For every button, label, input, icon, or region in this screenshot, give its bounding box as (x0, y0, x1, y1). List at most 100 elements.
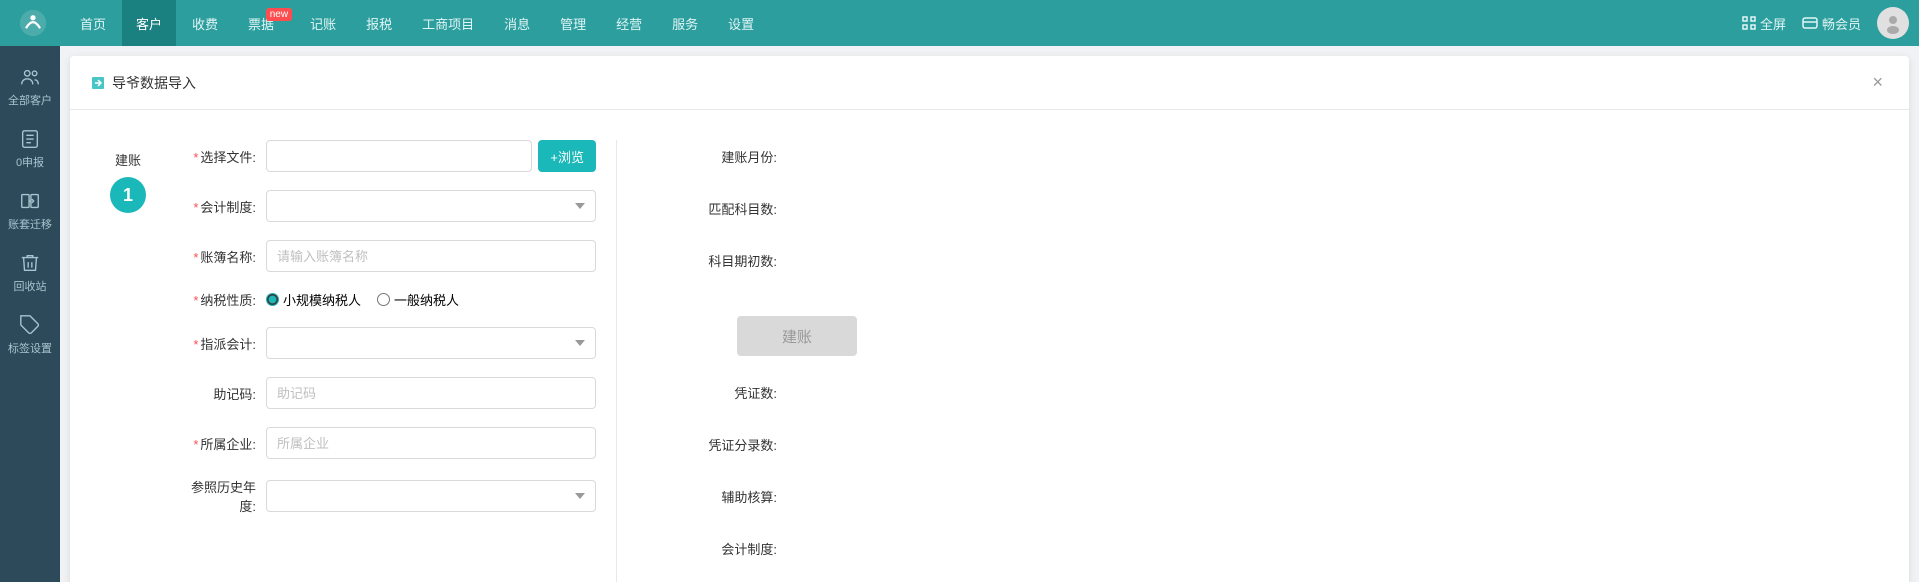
form-section: *选择文件: +浏览 *会计制度: (176, 140, 596, 582)
member-label: 畅会员 (1822, 14, 1861, 33)
required-star-4: * (193, 293, 198, 308)
company-label: *所属企业: (176, 434, 256, 453)
build-btn-row: 建账 (677, 296, 917, 356)
sidebar-item-declaration[interactable]: 0申报 (0, 118, 60, 180)
info-match-subjects-label: 匹配科目数: (677, 199, 777, 218)
company-row: *所属企业: (176, 427, 596, 459)
dialog-header: 导爷数据导入 × (70, 56, 1909, 110)
required-star-5: * (193, 337, 198, 352)
required-star: * (193, 150, 198, 165)
accountant-select[interactable] (266, 327, 596, 359)
tax-radio-group: 小规模纳税人 一般纳税人 (266, 290, 596, 309)
file-input[interactable] (266, 140, 532, 172)
tax-type-label: *纳税性质: (176, 290, 256, 309)
info-build-month-label: 建账月份: (677, 147, 777, 166)
accounting-label: *会计制度: (176, 197, 256, 216)
accountant-row: *指派会计: (176, 327, 596, 359)
sidebar-item-tags[interactable]: 标签设置 (0, 304, 60, 366)
nav-bookkeeping[interactable]: 记账 (296, 0, 350, 46)
step-label: 建账 (115, 150, 141, 169)
main-content: 导爷数据导入 × 建账 1 *选择文件: +浏览 (60, 46, 1919, 582)
nav-items: 首页 客户 收费 票据 new 记账 报税 工商项目 消息 管理 经营 服务 设… (66, 0, 1742, 46)
member-btn[interactable]: 畅会员 (1802, 14, 1861, 33)
app-logo[interactable] (10, 0, 56, 46)
history-select[interactable] (266, 480, 596, 512)
tax-small-radio[interactable]: 小规模纳税人 (266, 290, 361, 309)
nav-industrial[interactable]: 工商项目 (408, 0, 488, 46)
nav-invoices[interactable]: 票据 new (234, 0, 294, 46)
accounting-select[interactable] (266, 190, 596, 222)
sidebar-label-tags: 标签设置 (8, 340, 52, 356)
browse-button[interactable]: +浏览 (538, 140, 596, 172)
file-label: *选择文件: (176, 147, 256, 166)
sidebar-item-all-customers[interactable]: 全部客户 (0, 56, 60, 118)
fullscreen-label: 全屏 (1760, 14, 1786, 33)
nav-tax[interactable]: 报税 (352, 0, 406, 46)
dialog-title: 导爷数据导入 (90, 73, 196, 93)
info-auxiliary: 辅助核算: (677, 480, 917, 512)
ledger-label: *账簿名称: (176, 247, 256, 266)
step-circle: 1 (110, 177, 146, 213)
tax-general-radio[interactable]: 一般纳税人 (377, 290, 459, 309)
import-icon (90, 75, 106, 91)
company-input[interactable] (266, 427, 596, 459)
info-build-month: 建账月份: (677, 140, 917, 172)
required-star-2: * (193, 200, 198, 215)
nav-home[interactable]: 首页 (66, 0, 120, 46)
avatar[interactable] (1877, 7, 1909, 39)
tax-small-label: 小规模纳税人 (283, 290, 361, 309)
nav-settings[interactable]: 设置 (714, 0, 768, 46)
tax-small-input[interactable] (266, 293, 279, 306)
required-star-3: * (193, 250, 198, 265)
info-initial-balance: 科目期初数: (677, 244, 917, 276)
accounting-row: *会计制度: (176, 190, 596, 222)
required-star-6: * (193, 437, 198, 452)
info-vouchers: 凭证数: (677, 376, 917, 408)
sidebar-item-account-migration[interactable]: 账套迁移 (0, 180, 60, 242)
memo-input[interactable] (266, 377, 596, 409)
top-nav: 首页 客户 收费 票据 new 记账 报税 工商项目 消息 管理 经营 服务 设… (0, 0, 1919, 46)
info-initial-balance-label: 科目期初数: (677, 251, 777, 270)
tax-type-row: *纳税性质: 小规模纳税人 一般纳税人 (176, 290, 596, 309)
nav-billing[interactable]: 收费 (178, 0, 232, 46)
info-match-subjects: 匹配科目数: (677, 192, 917, 224)
dialog-body: 建账 1 *选择文件: +浏览 *会计 (70, 110, 1909, 582)
nav-customers[interactable]: 客户 (122, 0, 176, 46)
nav-messages[interactable]: 消息 (490, 0, 544, 46)
history-label: 参照历史年度: (176, 477, 256, 515)
sidebar: 全部客户 0申报 账套迁移 回收站 标签设置 (0, 46, 60, 582)
memo-row: 助记码: (176, 377, 596, 409)
file-input-group: +浏览 (266, 140, 596, 172)
ledger-row: *账簿名称: (176, 240, 596, 272)
accountant-label: *指派会计: (176, 334, 256, 353)
ledger-input[interactable] (266, 240, 596, 272)
tax-general-input[interactable] (377, 293, 390, 306)
nav-services[interactable]: 服务 (658, 0, 712, 46)
fullscreen-btn[interactable]: 全屏 (1742, 14, 1786, 33)
sidebar-label-declaration: 0申报 (16, 154, 44, 170)
info-voucher-entries: 凭证分录数: (677, 428, 917, 460)
sidebar-label-account-migration: 账套迁移 (8, 216, 52, 232)
dialog-title-text: 导爷数据导入 (112, 73, 196, 93)
new-badge: new (266, 8, 292, 21)
history-row: 参照历史年度: (176, 477, 596, 515)
info-accounting-system: 会计制度: (677, 532, 917, 564)
info-voucher-entries-label: 凭证分录数: (677, 435, 777, 454)
step-section: 建账 1 (110, 140, 146, 582)
nav-right: 全屏 畅会员 (1742, 7, 1909, 39)
section-divider (616, 140, 617, 582)
info-vouchers-label: 凭证数: (677, 383, 777, 402)
sidebar-label-recycle: 回收站 (14, 278, 47, 294)
info-section: 建账月份: 匹配科目数: 科目期初数: 建账 凭证数: (637, 140, 917, 582)
file-row: *选择文件: +浏览 (176, 140, 596, 172)
memo-label: 助记码: (176, 384, 256, 403)
info-accounting-system-label: 会计制度: (677, 539, 777, 558)
dialog: 导爷数据导入 × 建账 1 *选择文件: +浏览 (70, 56, 1909, 582)
tax-general-label: 一般纳税人 (394, 290, 459, 309)
nav-manage[interactable]: 管理 (546, 0, 600, 46)
nav-finance[interactable]: 经营 (602, 0, 656, 46)
build-button[interactable]: 建账 (737, 316, 857, 356)
sidebar-item-recycle[interactable]: 回收站 (0, 242, 60, 304)
sidebar-label-all-customers: 全部客户 (8, 92, 52, 108)
close-button[interactable]: × (1866, 70, 1889, 95)
